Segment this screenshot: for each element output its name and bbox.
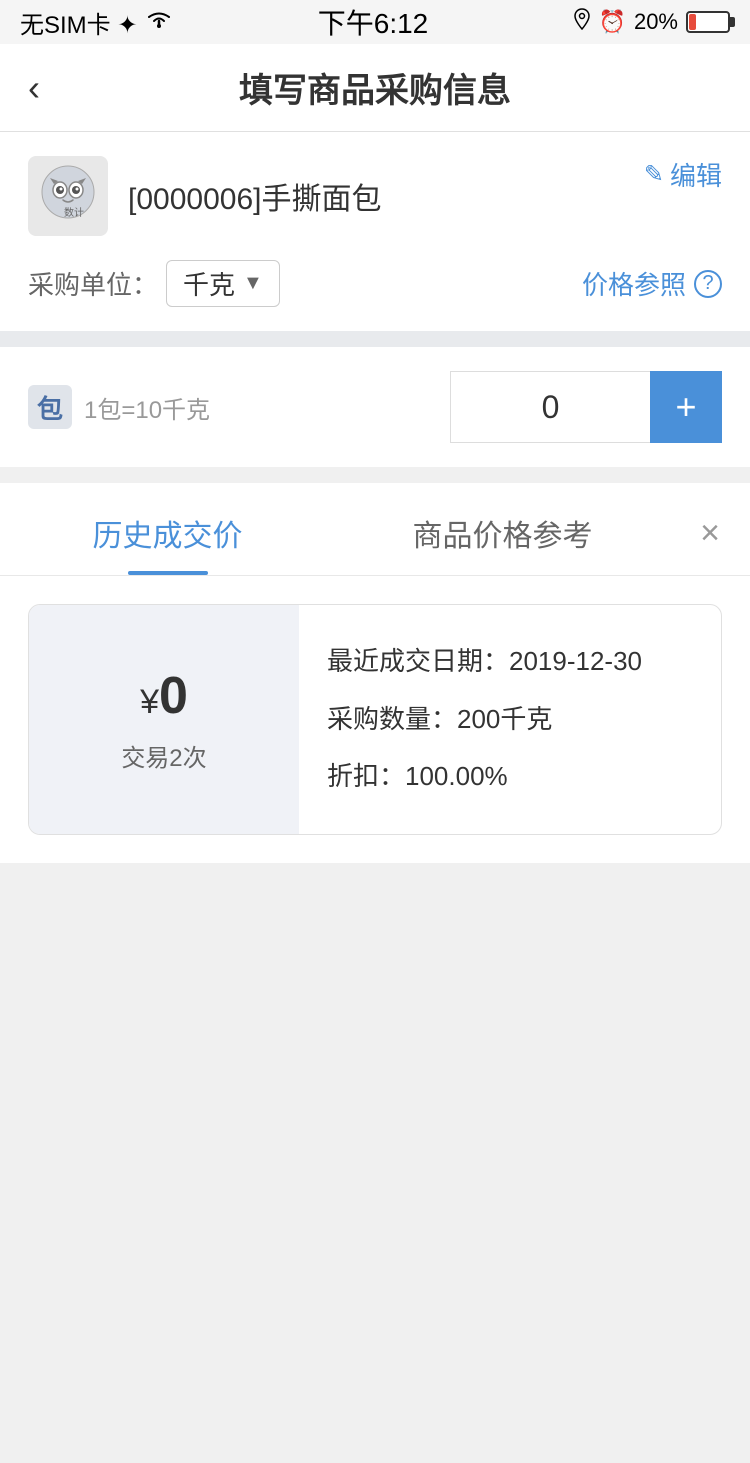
product-unit-row: 采购单位： 千克 ▼ 价格参照 ? xyxy=(28,260,722,307)
tab-close-button[interactable]: × xyxy=(670,486,750,573)
trade-count: 交易2次 xyxy=(121,738,206,773)
tab-history-label: 历史成交价 xyxy=(93,520,243,553)
question-icon: ? xyxy=(694,270,722,298)
price-ref-label: 价格参照 xyxy=(582,265,686,302)
unit-label-row: 采购单位： 千克 ▼ xyxy=(28,260,280,307)
history-price-card: ¥0 交易2次 最近成交日期：2019-12-30 采购数量：200千克 折扣：… xyxy=(28,604,722,835)
discount-label: 折扣： xyxy=(327,761,405,791)
svg-text:数计: 数计 xyxy=(64,206,84,219)
section-divider xyxy=(0,331,750,347)
purchase-quantity-row: 采购数量：200千克 xyxy=(327,699,693,741)
unit-value: 千克 xyxy=(183,265,235,302)
recent-date-row: 最近成交日期：2019-12-30 xyxy=(327,641,693,683)
chevron-down-icon: ▼ xyxy=(243,272,263,295)
product-header: 数计 [0000006]手撕面包 ✎ 编辑 xyxy=(28,156,722,236)
back-button[interactable]: ‹ xyxy=(28,67,40,109)
page-title: 填写商品采购信息 xyxy=(239,63,511,112)
status-bar: 无SIM卡 ✦ 下午6:12 ⏰ 20% xyxy=(0,0,750,44)
product-thumbnail: 数计 xyxy=(28,156,108,236)
tab-product-price-label: 商品价格参考 xyxy=(413,520,593,553)
carrier-text: 无SIM卡 ✦ xyxy=(20,5,137,40)
unit-label: 采购单位： xyxy=(28,265,158,302)
history-card-right: 最近成交日期：2019-12-30 采购数量：200千克 折扣：100.00% xyxy=(299,605,721,834)
status-time: 下午6:12 xyxy=(318,2,429,42)
history-price-value: ¥0 xyxy=(140,666,188,726)
tab-history-price[interactable]: 历史成交价 xyxy=(0,483,335,575)
battery-percent: 20% xyxy=(634,9,678,35)
tab-section: 历史成交价 商品价格参考 × ¥0 交易2次 最近成交日期：2019-12-30… xyxy=(0,483,750,863)
currency-symbol: ¥ xyxy=(140,683,159,721)
recent-date-label: 最近成交日期： xyxy=(327,646,509,676)
product-owl-icon: 数计 xyxy=(40,164,96,229)
tab-product-price-ref[interactable]: 商品价格参考 xyxy=(335,483,670,575)
nav-bar: ‹ 填写商品采购信息 xyxy=(0,44,750,132)
product-section: 数计 [0000006]手撕面包 ✎ 编辑 采购单位： 千克 ▼ 价格参照 ? xyxy=(0,132,750,331)
tab-bar: 历史成交价 商品价格参考 × xyxy=(0,483,750,576)
quantity-unit-info: 包 1包=10千克 xyxy=(28,385,210,429)
discount-row: 折扣：100.00% xyxy=(327,756,693,798)
quantity-input[interactable] xyxy=(450,371,650,443)
location-icon xyxy=(573,8,591,36)
product-name: [0000006]手撕面包 xyxy=(128,174,381,218)
price-reference-button[interactable]: 价格参照 ? xyxy=(582,265,722,302)
product-left: 数计 [0000006]手撕面包 xyxy=(28,156,381,236)
main-content xyxy=(0,863,750,1463)
edit-label: 编辑 xyxy=(670,156,722,193)
unit-select-dropdown[interactable]: 千克 ▼ xyxy=(166,260,280,307)
status-right: ⏰ 20% xyxy=(573,8,730,36)
edit-button[interactable]: ✎ 编辑 xyxy=(644,156,722,193)
price-number: 0 xyxy=(159,667,188,725)
battery-icon xyxy=(686,11,730,33)
edit-icon: ✎ xyxy=(644,160,664,189)
quantity-section: 包 1包=10千克 + xyxy=(0,347,750,467)
status-left: 无SIM卡 ✦ xyxy=(20,5,173,40)
quantity-plus-button[interactable]: + xyxy=(650,371,722,443)
unit-conversion-desc: 1包=10千克 xyxy=(84,390,210,425)
history-card-left: ¥0 交易2次 xyxy=(29,605,299,834)
unit-box: 包 xyxy=(28,385,72,429)
quantity-input-group: + xyxy=(450,371,722,443)
recent-date-value: 2019-12-30 xyxy=(509,646,642,676)
discount-value: 100.00% xyxy=(405,761,508,791)
tab-content: ¥0 交易2次 最近成交日期：2019-12-30 采购数量：200千克 折扣：… xyxy=(0,576,750,863)
alarm-icon: ⏰ xyxy=(599,9,626,35)
wifi-icon xyxy=(145,8,173,36)
quantity-label: 采购数量： xyxy=(327,704,457,734)
quantity-value: 200千克 xyxy=(457,704,552,734)
